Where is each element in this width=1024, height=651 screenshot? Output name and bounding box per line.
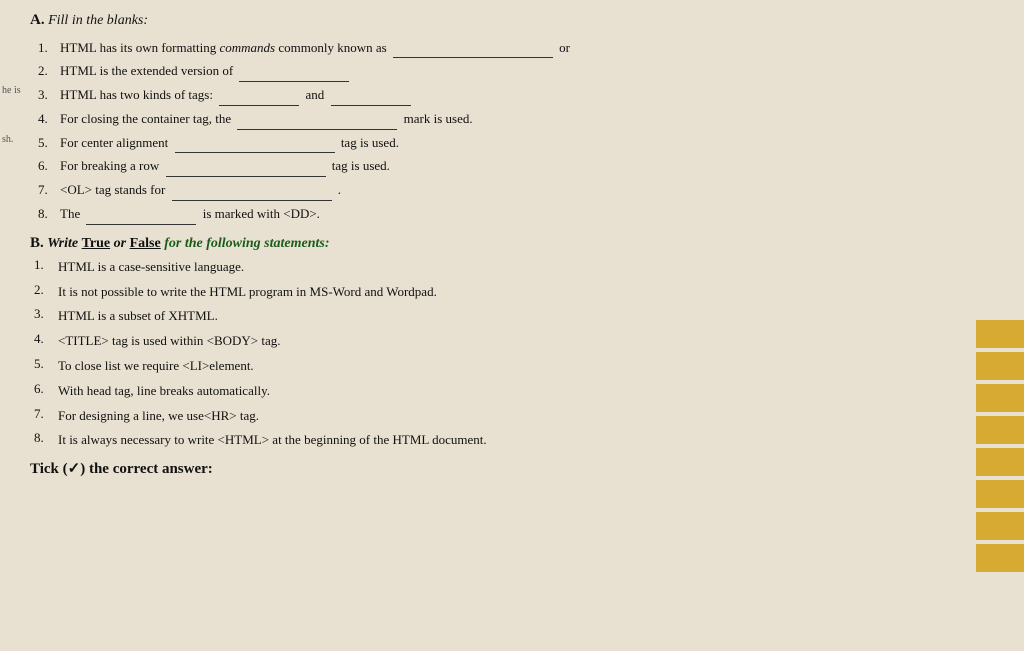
q-b6-text: With head tag, line breaks automatically…	[58, 381, 1014, 402]
section-a-header: A. Fill in the blanks:	[30, 8, 1014, 34]
section-b-instruction-write: Write	[47, 236, 81, 251]
q-a2-text: HTML is the extended version of	[60, 61, 1014, 82]
q-a8-text: The is marked with <DD>.	[60, 204, 1014, 225]
question-b5: 5. To close list we require <LI>element.	[30, 356, 1014, 377]
q-b2-text: It is not possible to write the HTML pro…	[58, 282, 1014, 303]
q-b1-text: HTML is a case-sensitive language.	[58, 257, 1014, 278]
section-b-true: True	[82, 236, 111, 251]
page-container: he is sh. A. Fill in the blanks: 1. HTML…	[0, 0, 1024, 651]
question-a4: 4. For closing the container tag, the ma…	[30, 109, 1014, 130]
blank-a1-1	[393, 44, 553, 58]
q-b5-number: 5.	[34, 356, 58, 372]
answer-box-8	[976, 544, 1024, 572]
section-b-or: or	[110, 236, 129, 251]
question-b1: 1. HTML is a case-sensitive language.	[30, 257, 1014, 278]
q-b4-text: <TITLE> tag is used within <BODY> tag.	[58, 331, 1014, 352]
question-a1: 1. HTML has its own formatting commands …	[30, 38, 1014, 59]
q-b8-text: It is always necessary to write <HTML> a…	[58, 430, 1014, 451]
q-a5-number: 5.	[38, 135, 60, 151]
q-a4-number: 4.	[38, 111, 60, 127]
blank-a8-1	[86, 211, 196, 225]
blank-a3-2	[331, 92, 411, 106]
q-a1-number: 1.	[38, 40, 60, 56]
bottom-label: Tick (✓) the correct answer:	[30, 459, 1014, 478]
answer-box-1	[976, 320, 1024, 348]
q-a3-number: 3.	[38, 87, 60, 103]
q-a3-text: HTML has two kinds of tags: and	[60, 85, 1014, 106]
q-a8-number: 8.	[38, 206, 60, 222]
question-a6: 6. For breaking a row tag is used.	[30, 156, 1014, 177]
blank-a6-1	[166, 163, 326, 177]
q-b7-number: 7.	[34, 406, 58, 422]
blank-a2-1	[239, 68, 349, 82]
q-b5-text: To close list we require <LI>element.	[58, 356, 1014, 377]
q-a7-number: 7.	[38, 182, 60, 198]
q-b2-number: 2.	[34, 282, 58, 298]
section-a-label: A.	[30, 12, 45, 28]
or-text: or	[559, 40, 570, 55]
q-b1-number: 1.	[34, 257, 58, 273]
section-b-false: False	[130, 236, 161, 251]
q-b7-text: For designing a line, we use<HR> tag.	[58, 406, 1014, 427]
answer-box-3	[976, 384, 1024, 412]
answer-box-7	[976, 512, 1024, 540]
q-b6-number: 6.	[34, 381, 58, 397]
answer-box-4	[976, 416, 1024, 444]
question-b7: 7. For designing a line, we use<HR> tag.	[30, 406, 1014, 427]
q-b3-text: HTML is a subset of XHTML.	[58, 306, 1014, 327]
section-b-label: B.	[30, 235, 44, 251]
blank-a5-1	[175, 139, 335, 153]
question-a7: 7. <OL> tag stands for .	[30, 180, 1014, 201]
answer-boxes	[976, 320, 1024, 572]
q-a2-number: 2.	[38, 63, 60, 79]
side-label-2: sh.	[2, 134, 21, 145]
question-b3: 3. HTML is a subset of XHTML.	[30, 306, 1014, 327]
question-b6: 6. With head tag, line breaks automatica…	[30, 381, 1014, 402]
blank-a3-1	[219, 92, 299, 106]
q-a4-text: For closing the container tag, the mark …	[60, 109, 1014, 130]
section-b-header: B. Write True or False for the following…	[30, 235, 1014, 252]
question-b4: 4. <TITLE> tag is used within <BODY> tag…	[30, 331, 1014, 352]
q-a1-text: HTML has its own formatting commands com…	[60, 38, 1014, 59]
q-b8-number: 8.	[34, 430, 58, 446]
answer-box-2	[976, 352, 1024, 380]
question-a8: 8. The is marked with <DD>.	[30, 204, 1014, 225]
question-a5: 5. For center alignment tag is used.	[30, 133, 1014, 154]
q-b4-number: 4.	[34, 331, 58, 347]
section-b-rest-instruction: for the following statements:	[161, 236, 330, 251]
question-a2: 2. HTML is the extended version of	[30, 61, 1014, 82]
q-a6-number: 6.	[38, 158, 60, 174]
question-a3: 3. HTML has two kinds of tags: and	[30, 85, 1014, 106]
side-label-1: he is	[2, 85, 21, 96]
question-b8: 8. It is always necessary to write <HTML…	[30, 430, 1014, 451]
section-a-instruction: Fill in the blanks:	[48, 13, 148, 28]
blank-a4-1	[237, 116, 397, 130]
q-a7-text: <OL> tag stands for .	[60, 180, 1014, 201]
blank-a7-1	[172, 187, 332, 201]
answer-box-5	[976, 448, 1024, 476]
question-b2: 2. It is not possible to write the HTML …	[30, 282, 1014, 303]
q-b3-number: 3.	[34, 306, 58, 322]
content-area: A. Fill in the blanks: 1. HTML has its o…	[30, 8, 1014, 641]
answer-box-6	[976, 480, 1024, 508]
q-a6-text: For breaking a row tag is used.	[60, 156, 1014, 177]
q-a5-text: For center alignment tag is used.	[60, 133, 1014, 154]
